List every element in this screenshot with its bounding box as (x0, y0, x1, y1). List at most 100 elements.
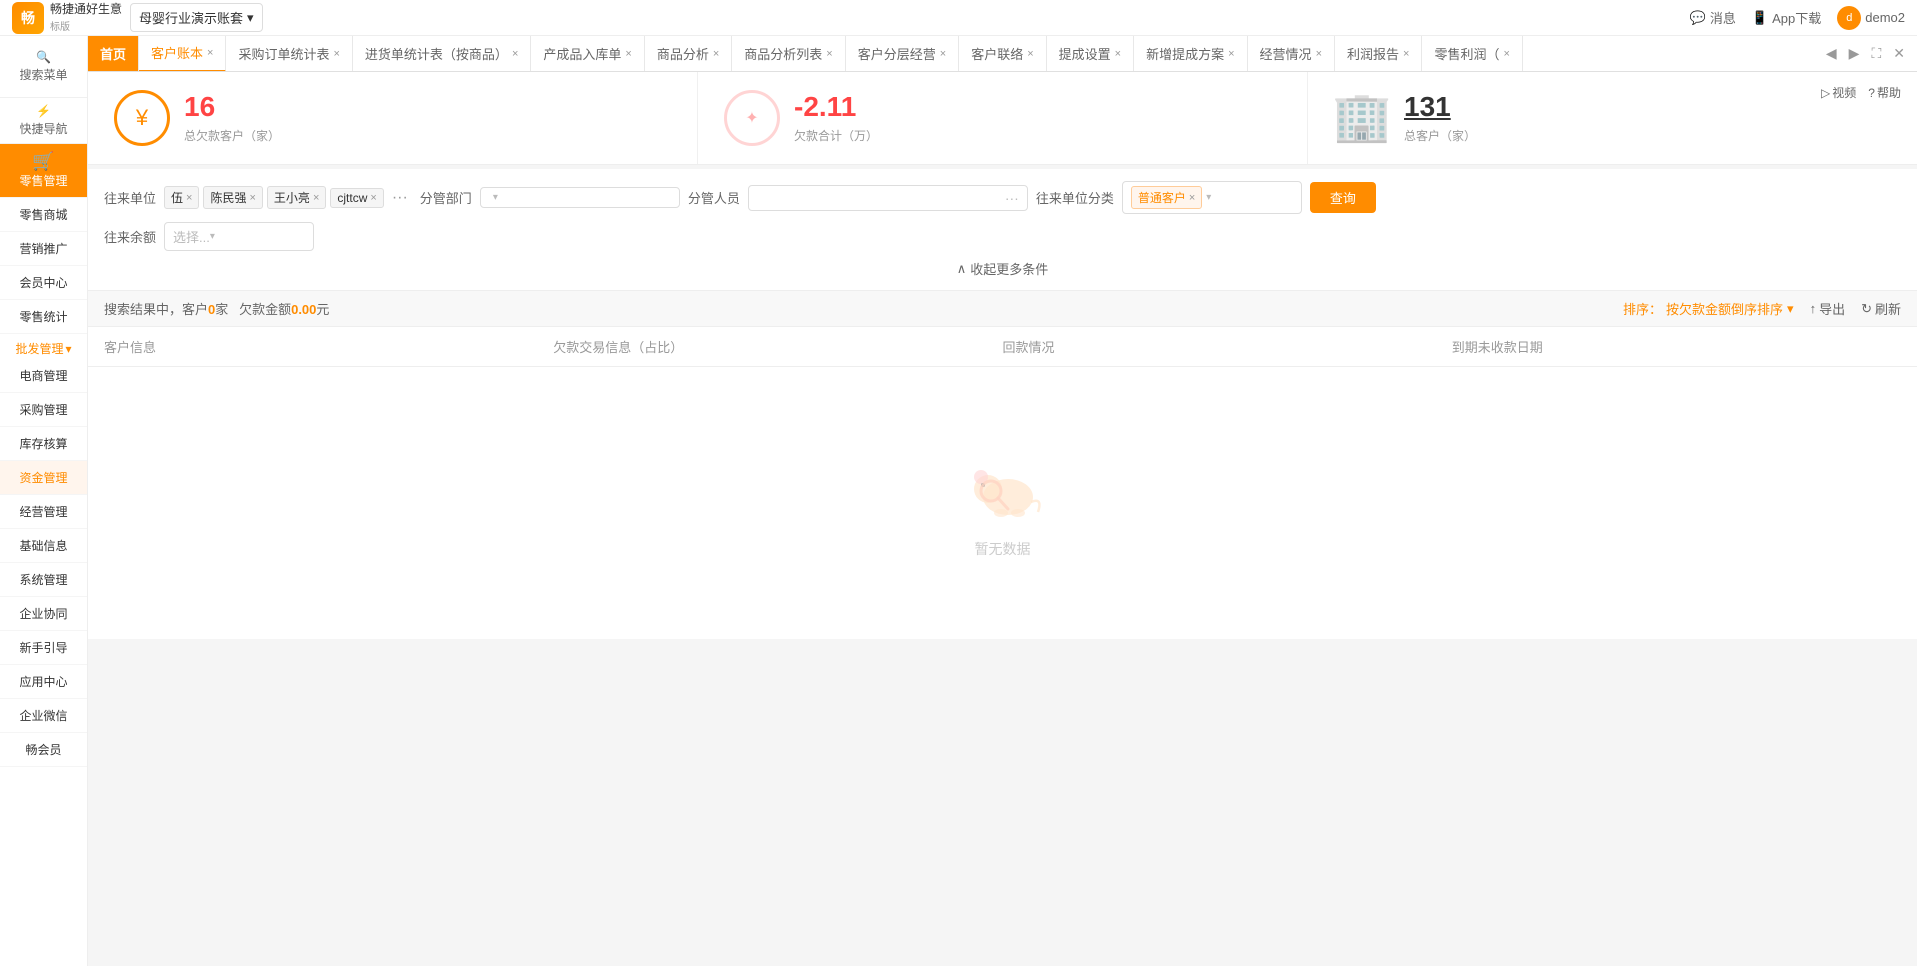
sidebar-item-enterprise-collab[interactable]: 企业协同 (0, 597, 87, 631)
stat-value-debt: -2.11 (794, 93, 878, 121)
video-btn[interactable]: ▷ 视频 (1821, 84, 1856, 101)
sidebar-item-new-guide[interactable]: 新手引导 (0, 631, 87, 665)
purchase-mgmt-label: 采购管理 (19, 401, 67, 418)
messages-btn[interactable]: 💬 消息 (1690, 8, 1736, 27)
customers-circle-icon: ¥ (114, 90, 170, 146)
tab-raise-settings[interactable]: 提成设置 × (1047, 36, 1134, 72)
sidebar-item-capital-mgmt[interactable]: 资金管理 (0, 461, 87, 495)
unit-type-filter-select[interactable]: 普通客户 × ▾ (1122, 181, 1302, 214)
unit-tags-more-btn[interactable]: ··· (388, 187, 412, 209)
stat-icon-total: 🏢 (1332, 88, 1392, 148)
unit-tag-chen-close[interactable]: × (249, 192, 255, 204)
sort-label: 按欠款金额倒序排序 (1666, 299, 1783, 318)
tab-product-warehousing[interactable]: 产成品入库单 × (531, 36, 644, 72)
tab-purchase-stats-by-product[interactable]: 进货单统计表（按商品） × (353, 36, 531, 72)
stat-label-customers: 总欠款客户（家） (184, 127, 280, 144)
search-menu-btn[interactable]: 🔍 搜索菜单 (6, 44, 81, 89)
tab-purchase-stats-close[interactable]: × (512, 48, 518, 60)
quick-nav-btn[interactable]: ⚡ 快捷导航 (0, 98, 87, 144)
sort-select[interactable]: 排序： 按欠款金额倒序排序 ▾ (1623, 299, 1794, 318)
tab-customer-segment-close[interactable]: × (940, 48, 946, 60)
user-btn[interactable]: d demo2 (1837, 6, 1905, 30)
tab-new-raise-plan-label: 新增提成方案 (1146, 44, 1224, 63)
filter-area: 往来单位 伍 × 陈民强 × 王小亮 × (88, 169, 1917, 291)
tab-ops-situation-close[interactable]: × (1316, 48, 1322, 60)
person-ellipsis-icon[interactable]: ··· (1005, 190, 1019, 206)
debt-circle-icon: ✦ (724, 90, 780, 146)
tab-customer-debt-close[interactable]: × (207, 47, 213, 59)
results-actions: 排序： 按欠款金额倒序排序 ▾ ↑ 导出 ↻ 刷新 (1623, 299, 1901, 318)
unit-tag-wang: 王小亮 × (267, 186, 326, 209)
unit-tag-cjttcw-close[interactable]: × (370, 192, 376, 204)
sidebar-item-marketing[interactable]: 营销推广 (0, 232, 87, 266)
account-selector[interactable]: 母婴行业演示账套 ▾ (130, 3, 263, 32)
tab-customer-segment[interactable]: 客户分层经营 × (846, 36, 959, 72)
tabs-prev-btn[interactable]: ◀ (1822, 43, 1841, 64)
tab-profit-report-close[interactable]: × (1403, 48, 1409, 60)
search-icon: 🔍 (36, 50, 51, 64)
tab-product-analysis-close[interactable]: × (713, 48, 719, 60)
sidebar-item-enterprise-wechat[interactable]: 企业微信 (0, 699, 87, 733)
sidebar-item-stock-check[interactable]: 库存核算 (0, 427, 87, 461)
wholesale-mgmt-group[interactable]: 批发管理 ▾ (0, 334, 87, 359)
tab-retail-profit-close[interactable]: × (1503, 48, 1509, 60)
collapse-btn[interactable]: ∧ 收起更多条件 (957, 259, 1049, 278)
tabs-fullscreen-btn[interactable]: ⛶ (1867, 43, 1885, 64)
chevron-down-icon: ▾ (65, 342, 71, 356)
tab-product-analysis-list-close[interactable]: × (826, 48, 832, 60)
tab-purchase-order-stats[interactable]: 采购订单统计表 × (226, 36, 352, 72)
refresh-btn[interactable]: ↻ 刷新 (1861, 299, 1901, 318)
tab-customer-debt[interactable]: 客户账本 × (139, 36, 226, 72)
th-date: 到期未收款日期 (1452, 337, 1901, 356)
tabs-close-all-btn[interactable]: ✕ (1889, 43, 1909, 64)
tab-home-label: 首页 (100, 44, 126, 63)
capital-mgmt-label: 资金管理 (19, 469, 67, 486)
tab-customer-connect-close[interactable]: × (1027, 48, 1033, 60)
sidebar-item-sys-mgmt[interactable]: 系统管理 (0, 563, 87, 597)
sidebar-item-zero-retail-mgmt[interactable]: 🛒 零售管理 (0, 144, 87, 198)
query-btn[interactable]: 查询 (1310, 182, 1376, 213)
search-menu-label: 搜索菜单 (19, 66, 67, 83)
sidebar-item-basic-info[interactable]: 基础信息 (0, 529, 87, 563)
sidebar-item-ops-mgmt[interactable]: 经营管理 (0, 495, 87, 529)
unit-tag-chen: 陈民强 × (203, 186, 262, 209)
sidebar-item-app-center[interactable]: 应用中心 (0, 665, 87, 699)
logo-icon: 畅 (12, 2, 44, 34)
stat-value-customers: 16 (184, 93, 280, 121)
person-filter-select[interactable]: ··· (748, 185, 1028, 211)
app-download-btn[interactable]: 📱 App下载 (1752, 8, 1821, 27)
tab-retail-profit[interactable]: 零售利润（ × (1422, 36, 1522, 72)
tab-raise-settings-close[interactable]: × (1115, 48, 1121, 60)
sidebar-item-ecom-mgmt[interactable]: 电商管理 (0, 359, 87, 393)
tab-ops-situation[interactable]: 经营情况 × (1248, 36, 1335, 72)
tab-product-analysis[interactable]: 商品分析 × (645, 36, 732, 72)
export-btn[interactable]: ↑ 导出 (1810, 299, 1846, 318)
tab-product-warehousing-close[interactable]: × (625, 48, 631, 60)
logo-subtitle: 标版 (50, 18, 122, 33)
stats-row: ¥ 16 总欠款客户（家） ✦ -2.11 欠款合计（万） (88, 72, 1917, 165)
dept-chevron-icon: ▾ (493, 192, 498, 203)
tab-new-raise-plan-close[interactable]: × (1228, 48, 1234, 60)
tabs-next-btn[interactable]: ▶ (1845, 43, 1864, 64)
sidebar-item-vip-member[interactable]: 畅会员 (0, 733, 87, 767)
results-bar: 搜索结果中，客户0家 欠款金额0.00元 排序： 按欠款金额倒序排序 ▾ ↑ 导… (88, 291, 1917, 327)
tab-profit-report[interactable]: 利润报告 × (1335, 36, 1422, 72)
unit-tag-wu-close[interactable]: × (186, 192, 192, 204)
topbar: 畅 畅捷通好生意 标版 母婴行业演示账套 ▾ 💬 消息 📱 App下载 d de… (0, 0, 1917, 36)
tab-customer-connect[interactable]: 客户联络 × (959, 36, 1046, 72)
sidebar-item-purchase-mgmt[interactable]: 采购管理 (0, 393, 87, 427)
sidebar-item-member-center[interactable]: 会员中心 (0, 266, 87, 300)
balance-filter-select[interactable]: 选择... ▾ (164, 222, 314, 251)
unit-type-tag-close[interactable]: × (1189, 192, 1195, 204)
building-icon: 🏢 (1332, 94, 1392, 142)
sidebar-item-zero-stats[interactable]: 零售统计 (0, 300, 87, 334)
dept-filter-select[interactable]: ▾ (480, 187, 680, 208)
tab-new-raise-plan[interactable]: 新增提成方案 × (1134, 36, 1247, 72)
unit-tag-wang-close[interactable]: × (313, 192, 319, 204)
tab-purchase-order-stats-close[interactable]: × (333, 48, 339, 60)
help-btn[interactable]: ? 帮助 (1868, 84, 1901, 101)
tab-product-analysis-list[interactable]: 商品分析列表 × (732, 36, 845, 72)
sidebar-item-zero-mall[interactable]: 零售商城 (0, 198, 87, 232)
tab-home[interactable]: 首页 (88, 36, 139, 72)
tab-purchase-stats-label: 进货单统计表（按商品） (365, 44, 508, 63)
